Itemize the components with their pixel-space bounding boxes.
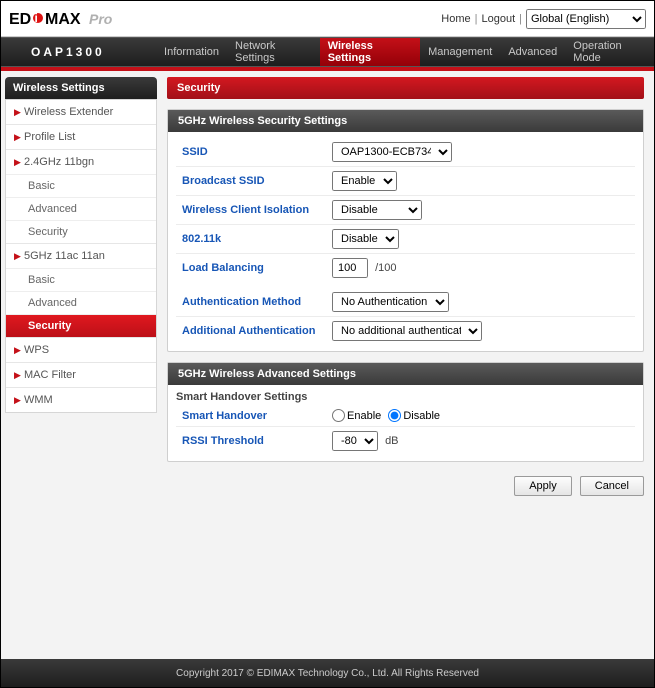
- cancel-button[interactable]: Cancel: [580, 476, 644, 496]
- svg-text:MAX: MAX: [45, 11, 81, 28]
- svg-text:i: i: [35, 11, 38, 25]
- handover-table: Smart Handover Enable Disable: [176, 405, 635, 455]
- chevron-right-icon: ▶: [14, 107, 24, 118]
- ssid-select[interactable]: OAP1300-ECB734_A: [332, 142, 452, 162]
- label-load: Load Balancing: [176, 254, 326, 283]
- label-rssi: RSSI Threshold: [176, 427, 326, 456]
- handover-disable-radio[interactable]: [388, 409, 401, 422]
- topbar: ED i MAX Pro Home | Logout | Global (Eng…: [1, 1, 654, 37]
- brand-logo: ED i MAX Pro: [9, 8, 119, 30]
- addl-auth-select[interactable]: No additional authentication: [332, 321, 482, 341]
- handover-enable-label: Enable: [347, 410, 381, 422]
- separator: |: [475, 13, 478, 25]
- sidebar-item-5ghz[interactable]: ▶ 5GHz 11ac 11an: [6, 243, 156, 268]
- sidebar-sub-5-security[interactable]: Security: [6, 314, 156, 337]
- label-broadcast: Broadcast SSID: [176, 167, 326, 196]
- k-select[interactable]: Disable: [332, 229, 399, 249]
- apply-button[interactable]: Apply: [514, 476, 572, 496]
- sidebar-item-mac-filter[interactable]: ▶ MAC Filter: [6, 362, 156, 387]
- broadcast-select[interactable]: Enable: [332, 171, 397, 191]
- chevron-right-icon: ▶: [14, 251, 24, 262]
- handover-enable-radio[interactable]: [332, 409, 345, 422]
- sidebar-item-wps[interactable]: ▶ WPS: [6, 337, 156, 362]
- sidebar-item-profile-list[interactable]: ▶ Profile List: [6, 124, 156, 149]
- model-label: OAP1300: [1, 38, 156, 66]
- tab-management[interactable]: Management: [420, 38, 500, 66]
- sidebar-item-wmm[interactable]: ▶ WMM: [6, 387, 156, 412]
- sidebar-item-label: Profile List: [24, 131, 75, 143]
- button-row: Apply Cancel: [167, 476, 644, 496]
- chevron-right-icon: ▶: [14, 370, 24, 381]
- advanced-panel: 5GHz Wireless Advanced Settings Smart Ha…: [167, 362, 644, 462]
- chevron-right-icon: ▶: [14, 132, 24, 143]
- sidebar-sub-5-basic[interactable]: Basic: [6, 268, 156, 291]
- svg-text:ED: ED: [9, 11, 31, 28]
- chevron-right-icon: ▶: [14, 345, 24, 356]
- link-logout[interactable]: Logout: [481, 13, 515, 25]
- sidebar-item-wireless-extender[interactable]: ▶ Wireless Extender: [6, 100, 156, 124]
- security-panel: 5GHz Wireless Security Settings SSID OAP…: [167, 109, 644, 352]
- auth-table: Authentication Method No Authentication …: [176, 288, 635, 345]
- label-80211k: 802.11k: [176, 225, 326, 254]
- security-table: SSID OAP1300-ECB734_A Broadcast SSID: [176, 138, 635, 282]
- sidebar-item-label: 5GHz 11ac 11an: [24, 250, 105, 262]
- sidebar-sub-24-advanced[interactable]: Advanced: [6, 197, 156, 220]
- rssi-suffix: dB: [381, 435, 398, 447]
- footer: Copyright 2017 © EDIMAX Technology Co., …: [1, 659, 654, 687]
- chevron-right-icon: ▶: [14, 395, 24, 406]
- handover-disable-label: Disable: [403, 410, 440, 422]
- handover-subtitle: Smart Handover Settings: [168, 385, 643, 405]
- load-suffix: /100: [371, 262, 396, 274]
- rssi-select[interactable]: -80: [332, 431, 378, 451]
- label-auth: Authentication Method: [176, 288, 326, 317]
- sidebar-item-label: WPS: [24, 344, 49, 356]
- auth-select[interactable]: No Authentication: [332, 292, 449, 312]
- advanced-panel-title: 5GHz Wireless Advanced Settings: [168, 363, 643, 385]
- sidebar-list: ▶ Wireless Extender ▶ Profile List ▶ 2.4…: [5, 99, 157, 413]
- sidebar-item-label: WMM: [24, 394, 53, 406]
- security-panel-title: 5GHz Wireless Security Settings: [168, 110, 643, 132]
- sidebar-item-label: 2.4GHz 11bgn: [24, 156, 94, 168]
- tab-information[interactable]: Information: [156, 38, 227, 66]
- nav-tabs: Information Network Settings Wireless Se…: [156, 38, 654, 66]
- language-select[interactable]: Global (English): [526, 9, 646, 29]
- label-isolation: Wireless Client Isolation: [176, 196, 326, 225]
- svg-text:Pro: Pro: [89, 11, 113, 27]
- label-handover: Smart Handover: [176, 405, 326, 427]
- sidebar-item-label: Wireless Extender: [24, 106, 113, 118]
- sidebar-sub-24-basic[interactable]: Basic: [6, 174, 156, 197]
- link-home[interactable]: Home: [441, 13, 470, 25]
- isolation-select[interactable]: Disable: [332, 200, 422, 220]
- tab-network-settings[interactable]: Network Settings: [227, 38, 320, 66]
- sidebar-item-24ghz[interactable]: ▶ 2.4GHz 11bgn: [6, 149, 156, 174]
- sidebar-sub-5-advanced[interactable]: Advanced: [6, 291, 156, 314]
- chevron-right-icon: ▶: [14, 157, 24, 168]
- separator: |: [519, 13, 522, 25]
- top-right: Home | Logout | Global (English): [441, 9, 646, 29]
- tab-operation-mode[interactable]: Operation Mode: [565, 38, 654, 66]
- sidebar-header: Wireless Settings: [5, 77, 157, 99]
- tab-advanced[interactable]: Advanced: [500, 38, 565, 66]
- tab-wireless-settings[interactable]: Wireless Settings: [320, 38, 420, 66]
- label-addl-auth: Additional Authentication: [176, 317, 326, 346]
- load-input[interactable]: [332, 258, 368, 278]
- sidebar-sub-24-security[interactable]: Security: [6, 220, 156, 243]
- page-title: Security: [167, 77, 644, 99]
- sidebar-item-label: MAC Filter: [24, 369, 76, 381]
- main: Security 5GHz Wireless Security Settings…: [161, 71, 654, 659]
- menubar: OAP1300 Information Network Settings Wir…: [1, 37, 654, 67]
- label-ssid: SSID: [176, 138, 326, 167]
- sidebar: Wireless Settings ▶ Wireless Extender ▶ …: [1, 71, 161, 659]
